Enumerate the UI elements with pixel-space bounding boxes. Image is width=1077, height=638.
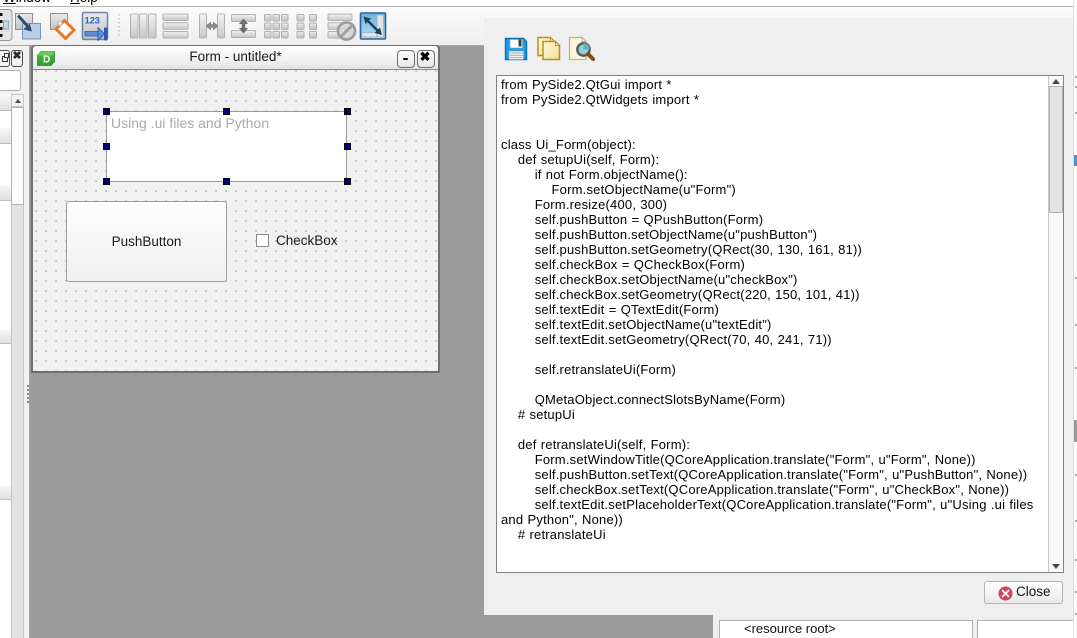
svg-text:123: 123 (85, 16, 100, 27)
